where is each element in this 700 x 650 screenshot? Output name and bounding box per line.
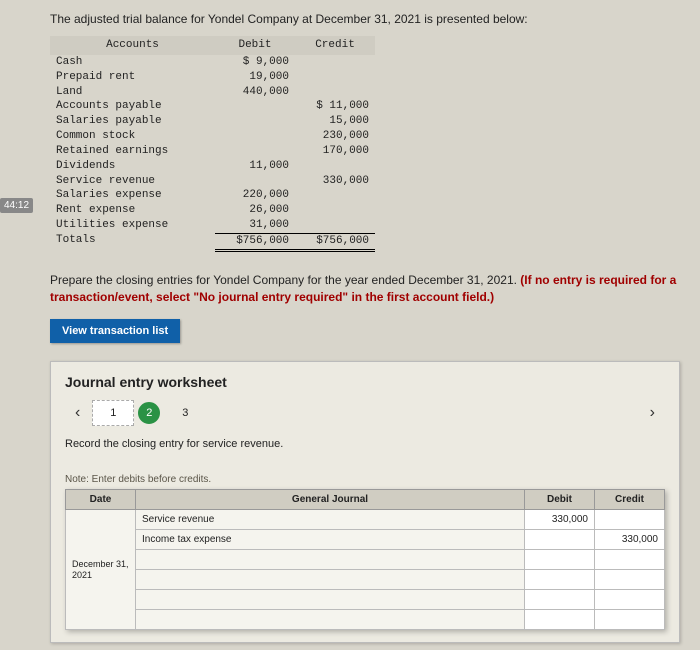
jt-account-cell[interactable]: Service revenue [136,510,525,530]
tb-row: Salaries payable15,000 [50,114,680,129]
jt-credit-cell[interactable] [595,510,665,530]
jt-header-date: Date [66,490,136,510]
jt-debit-cell[interactable]: 330,000 [525,510,595,530]
journal-worksheet-panel: Journal entry worksheet ‹ 1 2 3 › Record… [50,361,680,643]
tb-row: Cash$ 9,000 [50,55,680,70]
timestamp-badge: 44:12 [0,198,33,213]
tb-row: Retained earnings170,000 [50,144,680,159]
jt-header-general-journal: General Journal [136,490,525,510]
record-instruction: Record the closing entry for service rev… [65,438,665,450]
table-row: December 31, 2021 Service revenue 330,00… [66,510,665,530]
jt-debit-cell[interactable] [525,570,595,590]
instruction-text: Prepare the closing entries for Yondel C… [50,272,680,306]
tab-1[interactable]: 1 [92,400,134,426]
worksheet-title: Journal entry worksheet [65,374,665,390]
note-text: Note: Enter debits before credits. [65,474,665,485]
jt-account-cell[interactable]: Income tax expense [136,530,525,550]
tb-row: Rent expense26,000 [50,203,680,218]
tb-header-debit: Debit [215,36,295,55]
jt-debit-cell[interactable] [525,610,595,630]
jt-account-cell[interactable] [136,570,525,590]
jt-debit-cell[interactable] [525,530,595,550]
jt-account-cell[interactable] [136,610,525,630]
jt-credit-cell[interactable]: 330,000 [595,530,665,550]
trial-balance-table: Accounts Debit Credit Cash$ 9,000 Prepai… [50,36,680,252]
jt-credit-cell[interactable] [595,570,665,590]
jt-credit-cell[interactable] [595,550,665,570]
table-row: Income tax expense 330,000 [66,530,665,550]
tb-totals-row: Totals$756,000$756,000 [50,233,680,252]
jt-credit-cell[interactable] [595,610,665,630]
tb-header-credit: Credit [295,36,375,55]
page-title: The adjusted trial balance for Yondel Co… [50,12,680,26]
jt-account-cell[interactable] [136,590,525,610]
tb-row: Dividends11,000 [50,159,680,174]
tb-row: Service revenue330,000 [50,174,680,189]
tb-row: Common stock230,000 [50,129,680,144]
tb-row: Land440,000 [50,85,680,100]
jt-debit-cell[interactable] [525,550,595,570]
tb-row: Prepaid rent19,000 [50,70,680,85]
tb-row: Utilities expense31,000 [50,218,680,233]
chevron-left-icon[interactable]: ‹ [65,404,90,422]
table-row [66,610,665,630]
main-content: The adjusted trial balance for Yondel Co… [0,0,700,643]
jt-account-cell[interactable] [136,550,525,570]
tb-row: Accounts payable$ 11,000 [50,99,680,114]
table-row [66,550,665,570]
view-transaction-list-button[interactable]: View transaction list [50,319,180,343]
table-row [66,590,665,610]
journal-entry-table: Date General Journal Debit Credit Decemb… [65,489,665,630]
jt-header-credit: Credit [595,490,665,510]
tb-row: Salaries expense220,000 [50,188,680,203]
tab-3[interactable]: 3 [164,400,206,426]
tb-header-accounts: Accounts [50,36,215,55]
jt-credit-cell[interactable] [595,590,665,610]
jt-date-cell: December 31, 2021 [66,510,136,630]
chevron-right-icon[interactable]: › [640,404,665,422]
jt-debit-cell[interactable] [525,590,595,610]
worksheet-tabs: ‹ 1 2 3 › [65,400,665,426]
table-row [66,570,665,590]
jt-header-debit: Debit [525,490,595,510]
tab-2[interactable]: 2 [138,402,160,424]
